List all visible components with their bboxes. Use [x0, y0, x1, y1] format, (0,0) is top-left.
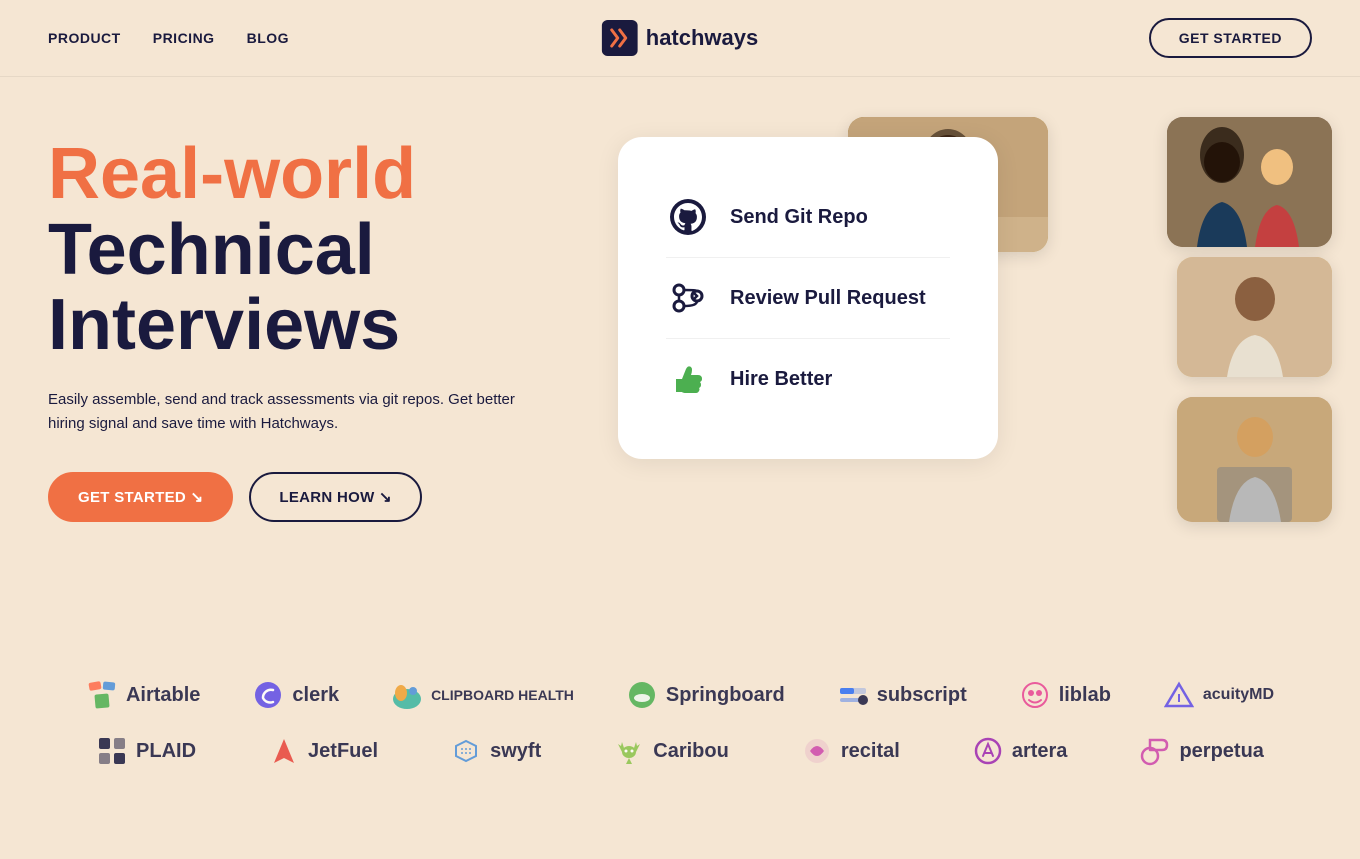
acuity-label: acuityMD — [1203, 686, 1274, 704]
logo-subscript: subscript — [837, 679, 967, 711]
thumbsup-icon — [666, 357, 710, 401]
feature-item-git: Send Git Repo — [666, 177, 950, 258]
hero-photo-mid-right — [1177, 257, 1332, 377]
hero-title: Real-world Technical Interviews — [48, 137, 568, 364]
recital-icon — [801, 735, 833, 767]
hero-photo-bottom-right — [1177, 397, 1332, 522]
acuity-icon — [1163, 679, 1195, 711]
hero-left: Real-world Technical Interviews Easily a… — [48, 117, 568, 617]
plaid-icon — [96, 735, 128, 767]
nav-cta-button[interactable]: GET STARTED — [1149, 18, 1312, 58]
nav-left: PRODUCT PRICING BLOG — [48, 30, 289, 46]
hero-section: Real-world Technical Interviews Easily a… — [0, 77, 1360, 637]
airtable-icon — [86, 679, 118, 711]
logo-jetfuel: JetFuel — [268, 735, 378, 767]
hero-right: Send Git Repo Review Pull Request — [568, 117, 1312, 617]
hero-title-line2: Technical — [48, 210, 375, 290]
swyft-icon — [450, 735, 482, 767]
clipboard-icon — [391, 679, 423, 711]
clerk-label: clerk — [292, 684, 339, 707]
artera-label: artera — [1012, 740, 1068, 763]
logo-airtable: Airtable — [86, 679, 200, 711]
hero-description: Easily assemble, send and track assessme… — [48, 388, 528, 436]
feature-item-pr: Review Pull Request — [666, 258, 950, 339]
logo-artera: artera — [972, 735, 1068, 767]
springboard-icon — [626, 679, 658, 711]
subscript-label: subscript — [877, 684, 967, 707]
logos-section: Airtable clerk CLIPBOARD HEALTH — [0, 637, 1360, 799]
logo-plaid: PLAID — [96, 735, 196, 767]
github-icon — [666, 195, 710, 239]
logo-springboard: Springboard — [626, 679, 785, 711]
nav-product[interactable]: PRODUCT — [48, 30, 121, 46]
feature-text-hire: Hire Better — [730, 368, 832, 391]
logo-perpetua: perpetua — [1139, 735, 1263, 767]
logo-acuity: acuityMD — [1163, 679, 1274, 711]
hero-learn-how-button[interactable]: LEARN HOW ↘ — [249, 472, 422, 522]
logo-recital: recital — [801, 735, 900, 767]
springboard-label: Springboard — [666, 684, 785, 707]
liblab-icon — [1019, 679, 1051, 711]
logo-clerk: clerk — [252, 679, 339, 711]
hero-get-started-button[interactable]: GET STARTED ↘ — [48, 472, 233, 522]
hero-title-line3: Interviews — [48, 285, 400, 365]
logo-text: hatchways — [646, 25, 759, 51]
plaid-label: PLAID — [136, 740, 196, 763]
liblab-label: liblab — [1059, 684, 1111, 707]
jetfuel-label: JetFuel — [308, 740, 378, 763]
nav-right: GET STARTED — [1149, 18, 1312, 58]
nav-pricing[interactable]: PRICING — [153, 30, 215, 46]
airtable-label: Airtable — [126, 684, 200, 707]
swyft-label: swyft — [490, 740, 541, 763]
navbar: PRODUCT PRICING BLOG hatchways GET START… — [0, 0, 1360, 77]
subscript-icon — [837, 679, 869, 711]
hero-buttons: GET STARTED ↘ LEARN HOW ↘ — [48, 472, 568, 522]
clipboard-label: CLIPBOARD HEALTH — [431, 687, 574, 703]
perpetua-icon — [1139, 735, 1171, 767]
logo-swyft: swyft — [450, 735, 541, 767]
pullrequest-icon — [666, 276, 710, 320]
nav-blog[interactable]: BLOG — [247, 30, 289, 46]
logo-clipboard: CLIPBOARD HEALTH — [391, 679, 574, 711]
logo-caribou: Caribou — [613, 735, 729, 767]
feature-text-pr: Review Pull Request — [730, 287, 926, 310]
logos-row-1: Airtable clerk CLIPBOARD HEALTH — [60, 667, 1300, 723]
caribou-icon — [613, 735, 645, 767]
clerk-icon — [252, 679, 284, 711]
hero-photo-top-right — [1167, 117, 1332, 247]
hero-title-line1: Real-world — [48, 134, 416, 214]
perpetua-label: perpetua — [1179, 740, 1263, 763]
jetfuel-icon — [268, 735, 300, 767]
feature-text-git: Send Git Repo — [730, 206, 868, 229]
feature-card: Send Git Repo Review Pull Request — [618, 137, 998, 459]
logos-row-2: PLAID JetFuel swyft — [60, 723, 1300, 779]
logo-liblab: liblab — [1019, 679, 1111, 711]
caribou-label: Caribou — [653, 740, 729, 763]
recital-label: recital — [841, 740, 900, 763]
artera-icon — [972, 735, 1004, 767]
nav-logo[interactable]: hatchways — [602, 20, 759, 56]
feature-item-hire: Hire Better — [666, 339, 950, 419]
hatchways-logo-icon — [602, 20, 638, 56]
